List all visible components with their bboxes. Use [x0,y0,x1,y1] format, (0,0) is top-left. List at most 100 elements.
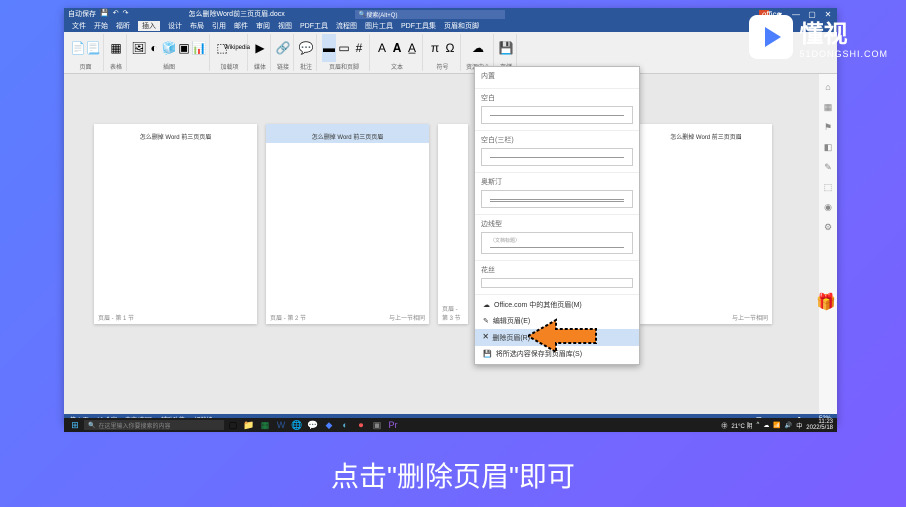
watermark: 懂视 51DONGSHI.COM [749,14,888,59]
app2-icon[interactable]: ◐ [338,418,352,432]
volume-icon[interactable]: 🔊 [785,422,792,429]
3d-icon[interactable]: 🧊 [162,34,176,62]
textbox-icon[interactable]: A [375,34,389,62]
dropdown-builtin-label: 内置 [481,71,633,81]
save-icon[interactable]: 💾 [100,9,109,19]
table-icon[interactable]: ▦ [109,34,123,62]
media-icon[interactable]: ▶ [253,34,267,62]
search-icon: 🔍 [88,422,95,429]
menu-flowchart[interactable]: 流程图 [336,21,357,31]
menu-foxit[interactable]: 福昕 [116,21,130,31]
clock-date[interactable]: 2022/5/18 [806,425,833,431]
menu-pdftools[interactable]: PDF工具 [300,21,328,31]
undo-icon[interactable]: ↶ [113,9,119,19]
premiere-icon[interactable]: Pr [386,418,400,432]
dropdown-filigree-label: 花丝 [481,265,633,275]
ime-icon[interactable]: ㊥ [721,421,727,430]
header-style-blank[interactable] [481,106,633,124]
side-tool2-icon[interactable]: ⚑ [822,122,834,134]
redo-icon[interactable]: ↷ [123,9,129,19]
wechat-icon[interactable]: 💬 [306,418,320,432]
equation-icon[interactable]: π [428,34,442,62]
menu-mailings[interactable]: 邮件 [234,21,248,31]
symbol-icon[interactable]: Ω [443,34,457,62]
excel-icon[interactable]: ▦ [258,418,272,432]
gift-decoration-icon: 🎁 [816,292,836,312]
cloud-icon: ☁ [483,301,490,309]
network-icon[interactable]: 📶 [773,422,780,429]
watermark-url: 51DONGSHI.COM [799,49,888,59]
page-4[interactable]: 怎么删掉 Word 前三页页眉 与上一节相同 [640,124,772,324]
page-header-text-selected: 怎么删掉 Word 前三页页眉 [266,124,429,143]
side-home-icon[interactable]: ⌂ [822,82,834,94]
footer-icon[interactable]: ▭ [337,34,351,62]
side-tool6-icon[interactable]: ◉ [822,202,834,214]
menu-file[interactable]: 文件 [72,21,86,31]
watermark-logo [749,15,793,59]
word-icon[interactable]: W [274,418,288,432]
menu-home[interactable]: 开始 [94,21,108,31]
menu-headerfooter[interactable]: 页眉和页脚 [444,21,479,31]
menu-insert[interactable]: 插入 [138,21,160,31]
page-1[interactable]: 怎么删掉 Word 前三页页眉 页眉 - 第 1 节 [94,124,257,324]
comment-icon[interactable]: 💬 [299,34,313,62]
lang-icon[interactable]: 中 [796,421,802,430]
wordart-icon[interactable]: 𝐀 [390,34,404,62]
menu-design[interactable]: 设计 [168,21,182,31]
taskbar-search[interactable]: 🔍 在这里输入你要搜索的内容 [84,420,224,430]
task-view-icon[interactable]: ▢ [226,418,240,432]
titlebar: 自动保存 💾 ↶ ↷ 怎么删除Word前三页页眉.docx 🔍 搜索(Alt+Q… [64,8,837,20]
dropdown-sideline-label: 边线型 [481,219,633,229]
menu-picturetools[interactable]: 图片工具 [365,21,393,31]
tutorial-arrow [528,316,600,361]
menu-review[interactable]: 审阅 [256,21,270,31]
cover-page-icon[interactable]: 📄 [71,34,85,62]
menu-view[interactable]: 视图 [278,21,292,31]
document-area: 怎么删掉 Word 前三页页眉 页眉 - 第 1 节 怎么删掉 Word 前三页… [64,74,837,424]
onedrive-icon[interactable]: ☁ [763,422,769,429]
header-style-sideline[interactable]: （文档标题） [481,232,633,254]
dropcap-icon[interactable]: A̲ [405,34,419,62]
side-tool3-icon[interactable]: ◧ [822,142,834,154]
dropdown-blank-label: 空白 [481,93,633,103]
autosave-toggle[interactable]: 自动保存 [68,9,96,19]
chart-icon[interactable]: 📊 [192,34,206,62]
app3-icon[interactable]: ▣ [370,418,384,432]
storage-icon[interactable]: 💾 [499,34,513,62]
wikipedia-icon[interactable]: Wikipedia [230,34,244,62]
header-icon[interactable]: ▬ [322,34,336,62]
start-button[interactable]: ⊞ [68,418,82,432]
page-header-text: 怎么删掉 Word 前三页页眉 [640,124,772,143]
menu-pdfset[interactable]: PDF工具集 [401,21,436,31]
explorer-icon[interactable]: 📁 [242,418,256,432]
dropdown-blank3col-label: 空白(三栏) [481,135,633,145]
side-tool7-icon[interactable]: ⚙ [822,222,834,234]
side-tool5-icon[interactable]: ⬚ [822,182,834,194]
smartart-icon[interactable]: ▣ [177,34,191,62]
edit-icon: ✎ [483,317,489,325]
resource-icon[interactable]: ☁ [471,34,485,62]
menu-references[interactable]: 引用 [212,21,226,31]
header-style-filigree[interactable] [481,278,633,288]
pagenum-icon[interactable]: # [352,34,366,62]
search-box[interactable]: 🔍 搜索(Alt+Q) [355,10,505,19]
tray-chevron-icon[interactable]: ^ [756,422,759,428]
header-style-austin[interactable] [481,190,633,208]
blank-page-icon[interactable]: 📃 [86,34,100,62]
app-icon[interactable]: ◆ [322,418,336,432]
header-style-blank-3col[interactable] [481,148,633,166]
side-tool4-icon[interactable]: ✎ [822,162,834,174]
watermark-text: 懂视 [799,14,888,49]
side-tool1-icon[interactable]: ▦ [822,102,834,114]
menu-layout[interactable]: 布局 [190,21,204,31]
page-3-partial[interactable]: 页眉 - 第 3 节 [438,124,468,324]
shapes-icon[interactable]: ◐ [147,34,161,62]
edge-icon[interactable]: 🌐 [290,418,304,432]
page-2[interactable]: 怎么删掉 Word 前三页页眉 页眉 - 第 2 节与上一节相同 [266,124,429,324]
windows-taskbar: ⊞ 🔍 在这里输入你要搜索的内容 ▢ 📁 ▦ W 🌐 💬 ◆ ◐ ⏺ ▣ Pr … [64,418,837,432]
office-more-headers[interactable]: ☁Office.com 中的其他页眉(M) [475,297,639,313]
record-icon[interactable]: ⏺ [354,418,368,432]
weather-widget[interactable]: 21°C 阴 [731,421,752,430]
link-icon[interactable]: 🔗 [276,34,290,62]
picture-icon[interactable]: 🖼 [132,34,146,62]
